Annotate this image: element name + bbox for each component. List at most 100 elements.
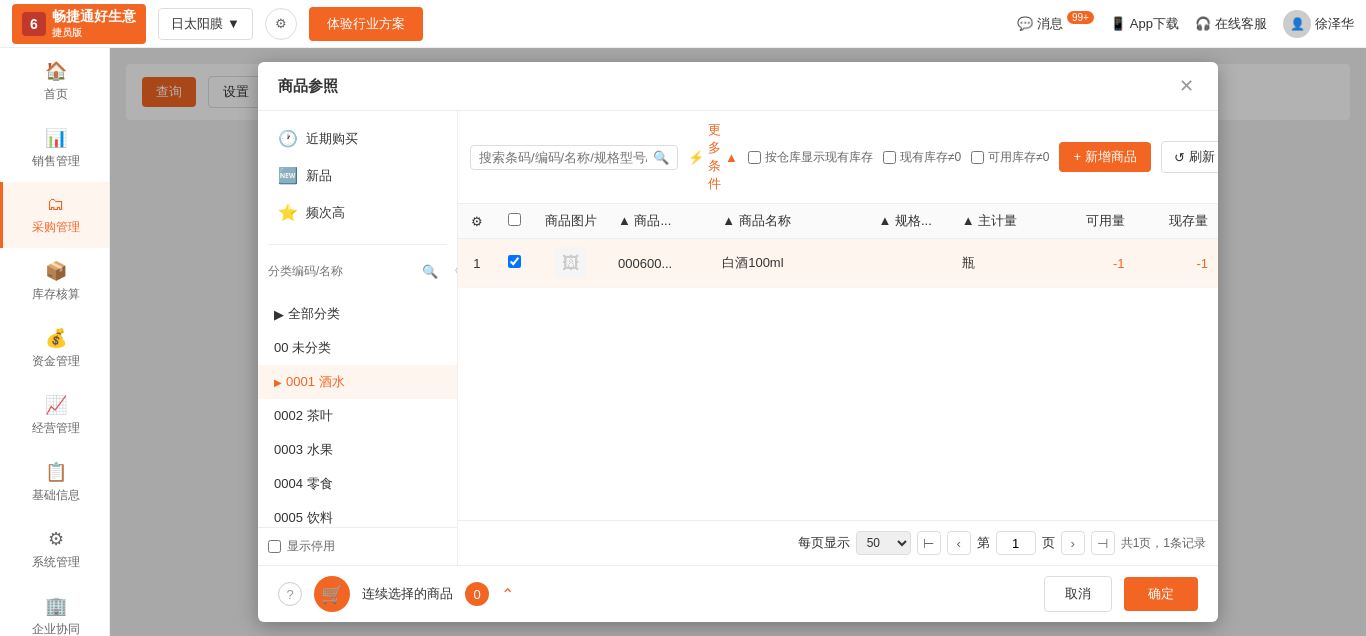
sidebar-label-inventory: 库存核算 xyxy=(32,286,80,303)
sidebar-item-finance[interactable]: 💰 资金管理 xyxy=(0,315,109,382)
sidebar-item-basic[interactable]: 📋 基础信息 xyxy=(0,449,109,516)
tab-new-product[interactable]: 🆕 新品 xyxy=(268,158,447,193)
row-img-cell: 🖼 xyxy=(533,239,608,288)
modal-close-button[interactable]: ✕ xyxy=(1174,74,1198,98)
total-info: 共1页，1条记录 xyxy=(1121,535,1206,552)
col-header-unit[interactable]: ▲ 主计量 xyxy=(952,204,1031,239)
col-header-check[interactable] xyxy=(496,204,534,239)
select-all-checkbox[interactable] xyxy=(508,213,521,226)
row-seq: 1 xyxy=(458,239,496,288)
sidebar-item-enterprise[interactable]: 🏢 企业协同 xyxy=(0,583,109,636)
product-table: ⚙ 商品图片 ▲ 商品... xyxy=(458,204,1218,288)
modal-overlay: 商品参照 ✕ 🕐 近期购买 🆕 xyxy=(110,48,1366,636)
more-filter-button[interactable]: ⚡ 更多条件 ▲ xyxy=(688,121,738,193)
add-product-button[interactable]: + 新增商品 xyxy=(1059,142,1150,172)
app-download-button[interactable]: 📱 App下载 xyxy=(1110,15,1179,33)
row-spec-cell xyxy=(868,239,951,288)
content-area: 查询 设置 刷新 商品参照 ✕ 🕐 xyxy=(110,48,1366,636)
refresh-icon: ↺ xyxy=(1174,150,1185,165)
settings-gear-button[interactable]: ⚙ xyxy=(265,8,297,40)
category-0001[interactable]: ▶ 0001 酒水 xyxy=(258,365,457,399)
warehouse-stock-checkbox-label[interactable]: 按仓库显示现有库存 xyxy=(748,149,873,166)
basic-icon: 📋 xyxy=(45,461,67,483)
col-header-code[interactable]: ▲ 商品... xyxy=(608,204,712,239)
row-checkbox[interactable] xyxy=(508,255,521,268)
last-page-button[interactable]: ⊣ xyxy=(1091,531,1115,555)
sidebar-item-system[interactable]: ⚙ 系统管理 xyxy=(0,516,109,583)
col-header-spec[interactable]: ▲ 规格... xyxy=(868,204,951,239)
logo-icon: 6 xyxy=(22,12,46,36)
filter-icon: ⚡ xyxy=(688,150,704,165)
filter-label: 更多条件 xyxy=(708,121,721,193)
category-0005-label: 0005 饮料 xyxy=(274,509,333,527)
recent-icon: 🕐 xyxy=(278,129,298,148)
confirm-button[interactable]: 确定 xyxy=(1124,577,1198,611)
product-search-box[interactable]: 🔍 xyxy=(470,145,678,170)
row-code-cell: 000600... xyxy=(608,239,712,288)
home-icon: 🏠 xyxy=(45,60,67,82)
cart-icon: 🛒 xyxy=(321,583,343,605)
sidebar-label-basic: 基础信息 xyxy=(32,487,80,504)
message-label: 消息 xyxy=(1037,15,1063,33)
first-page-button[interactable]: ⊢ xyxy=(917,531,941,555)
category-search-input[interactable] xyxy=(268,264,418,278)
message-button[interactable]: 💬 消息 99+ xyxy=(1017,15,1094,33)
category-0003[interactable]: 0003 水果 xyxy=(258,433,457,467)
page-size-select[interactable]: 50 100 200 xyxy=(856,531,911,555)
cart-icon-button[interactable]: 🛒 xyxy=(314,576,350,612)
sidebar-item-home[interactable]: 🏠 首页 xyxy=(0,48,109,115)
col-header-stock: 现存量 xyxy=(1135,204,1218,239)
sidebar-label-sales: 销售管理 xyxy=(32,153,80,170)
panel-collapse-button[interactable]: 《 xyxy=(448,261,458,281)
category-00[interactable]: 00 未分类 xyxy=(258,331,457,365)
tab-frequent[interactable]: ⭐ 频次高 xyxy=(268,195,447,230)
sidebar-item-purchase[interactable]: 🗂 采购管理 xyxy=(0,182,109,248)
col-header-settings[interactable]: ⚙ xyxy=(458,204,496,239)
tab-recent-label: 近期购买 xyxy=(306,130,358,148)
existing-stock-checkbox[interactable] xyxy=(883,151,896,164)
sidebar-label-enterprise: 企业协同 xyxy=(32,621,80,636)
sidebar-item-sales[interactable]: 📊 销售管理 xyxy=(0,115,109,182)
col-header-available: 可用量 xyxy=(1030,204,1134,239)
row-checkbox-cell[interactable] xyxy=(496,239,534,288)
sidebar-item-inventory[interactable]: 📦 库存核算 xyxy=(0,248,109,315)
help-icon: ? xyxy=(286,587,293,602)
table-header-row: ⚙ 商品图片 ▲ 商品... xyxy=(458,204,1218,239)
filter-arrow-icon: ▲ xyxy=(725,150,738,165)
existing-stock-checkbox-label[interactable]: 现有库存≠0 xyxy=(883,149,961,166)
gear-icon: ⚙ xyxy=(275,16,287,31)
category-0005[interactable]: 0005 饮料 xyxy=(258,501,457,527)
page-number-input[interactable] xyxy=(996,531,1036,555)
sidebar-item-operation[interactable]: 📈 经营管理 xyxy=(0,382,109,449)
product-table-container: ⚙ 商品图片 ▲ 商品... xyxy=(458,204,1218,520)
help-button[interactable]: ? xyxy=(278,582,302,606)
online-service-button[interactable]: 🎧 在线客服 xyxy=(1195,15,1267,33)
new-icon: 🆕 xyxy=(278,166,298,185)
category-search-icon[interactable]: 🔍 xyxy=(422,264,438,279)
collapse-up-button[interactable]: ⌃ xyxy=(501,585,514,604)
modal-title: 商品参照 xyxy=(278,77,338,96)
refresh-button[interactable]: ↺ 刷新 xyxy=(1161,141,1218,173)
tab-recent-purchase[interactable]: 🕐 近期购买 xyxy=(268,121,447,156)
trial-button[interactable]: 体验行业方案 xyxy=(309,7,423,41)
available-stock-checkbox[interactable] xyxy=(971,151,984,164)
category-0004[interactable]: 0004 零食 xyxy=(258,467,457,501)
category-0002[interactable]: 0002 茶叶 xyxy=(258,399,457,433)
category-all[interactable]: ▶ 全部分类 xyxy=(258,297,457,331)
prev-page-button[interactable]: ‹ xyxy=(947,531,971,555)
left-panel-tabs: 🕐 近期购买 🆕 新品 ⭐ 频次高 xyxy=(258,111,457,240)
main-layout: 🏠 首页 📊 销售管理 🗂 采购管理 📦 库存核算 💰 资金管理 📈 经营管理 … xyxy=(0,48,1366,636)
logo[interactable]: 6 畅捷通好生意 捷员版 xyxy=(12,4,146,44)
warehouse-stock-checkbox[interactable] xyxy=(748,151,761,164)
next-page-button[interactable]: › xyxy=(1061,531,1085,555)
sidebar-label-home: 首页 xyxy=(44,86,68,103)
product-search-input[interactable] xyxy=(479,150,647,165)
store-dropdown[interactable]: 日太阳膜 ▼ xyxy=(158,8,253,40)
col-header-name[interactable]: ▲ 商品名称 xyxy=(712,204,868,239)
category-0001-label: 0001 酒水 xyxy=(286,373,345,391)
table-row[interactable]: 1 🖼 000600... 白酒100ml xyxy=(458,239,1218,288)
cancel-button[interactable]: 取消 xyxy=(1044,576,1112,612)
show-disabled-checkbox[interactable] xyxy=(268,540,281,553)
available-stock-checkbox-label[interactable]: 可用库存≠0 xyxy=(971,149,1049,166)
user-button[interactable]: 👤 徐泽华 xyxy=(1283,10,1354,38)
